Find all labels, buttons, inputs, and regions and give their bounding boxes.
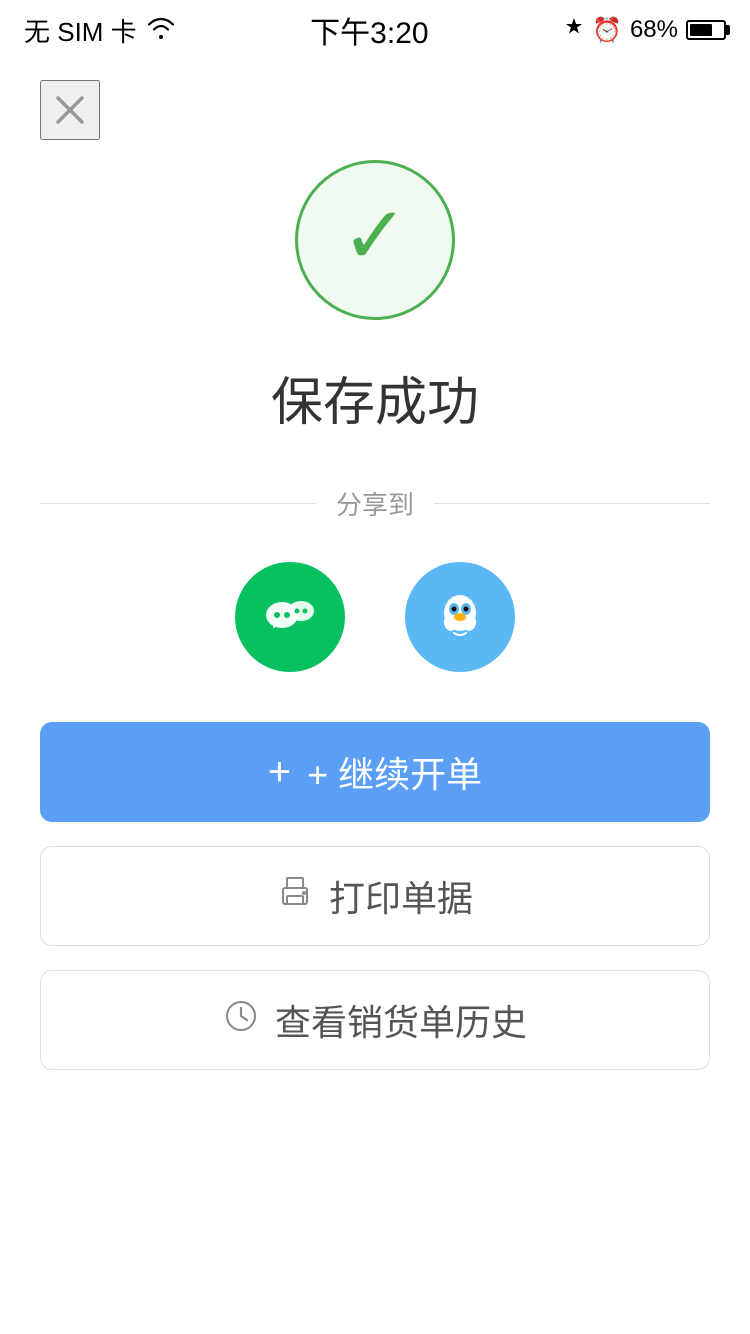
continue-button[interactable]: + + 继续开单 xyxy=(40,722,710,822)
share-divider: 分享到 xyxy=(40,485,710,522)
status-time: 下午3:20 xyxy=(310,8,428,52)
action-buttons: + + 继续开单 打印单据 查看销货单历史 xyxy=(40,722,710,1070)
history-button[interactable]: 查看销货单历史 xyxy=(40,970,710,1070)
history-label: 查看销货单历史 xyxy=(275,994,527,1046)
plus-icon: + xyxy=(268,750,291,795)
status-left: 无 SIM 卡 xyxy=(24,12,175,49)
status-bar: 无 SIM 卡 下午3:20 ⏰ 68% xyxy=(0,0,750,60)
success-icon: ✓ xyxy=(295,160,455,320)
main-content: ✓ 保存成功 分享到 xyxy=(0,60,750,1334)
share-label: 分享到 xyxy=(336,485,414,522)
wechat-share-button[interactable] xyxy=(235,562,345,672)
share-section: 分享到 xyxy=(40,485,710,672)
continue-label: + 继续开单 xyxy=(307,746,482,798)
status-right: ⏰ 68% xyxy=(564,16,726,45)
success-title: 保存成功 xyxy=(271,360,479,435)
share-icons xyxy=(40,562,710,672)
sim-text: 无 SIM 卡 xyxy=(24,12,137,49)
printer-icon xyxy=(277,874,313,919)
close-button[interactable] xyxy=(40,80,100,140)
wifi-icon xyxy=(147,15,175,46)
checkmark-icon: ✓ xyxy=(341,196,408,276)
print-button[interactable]: 打印单据 xyxy=(40,846,710,946)
print-label: 打印单据 xyxy=(329,870,473,922)
battery-icon xyxy=(686,20,726,40)
clock-icon xyxy=(223,998,259,1043)
qq-share-button[interactable] xyxy=(405,562,515,672)
battery-percent: 68% xyxy=(630,16,678,44)
location-icon xyxy=(564,16,584,44)
alarm-icon: ⏰ xyxy=(592,16,622,45)
